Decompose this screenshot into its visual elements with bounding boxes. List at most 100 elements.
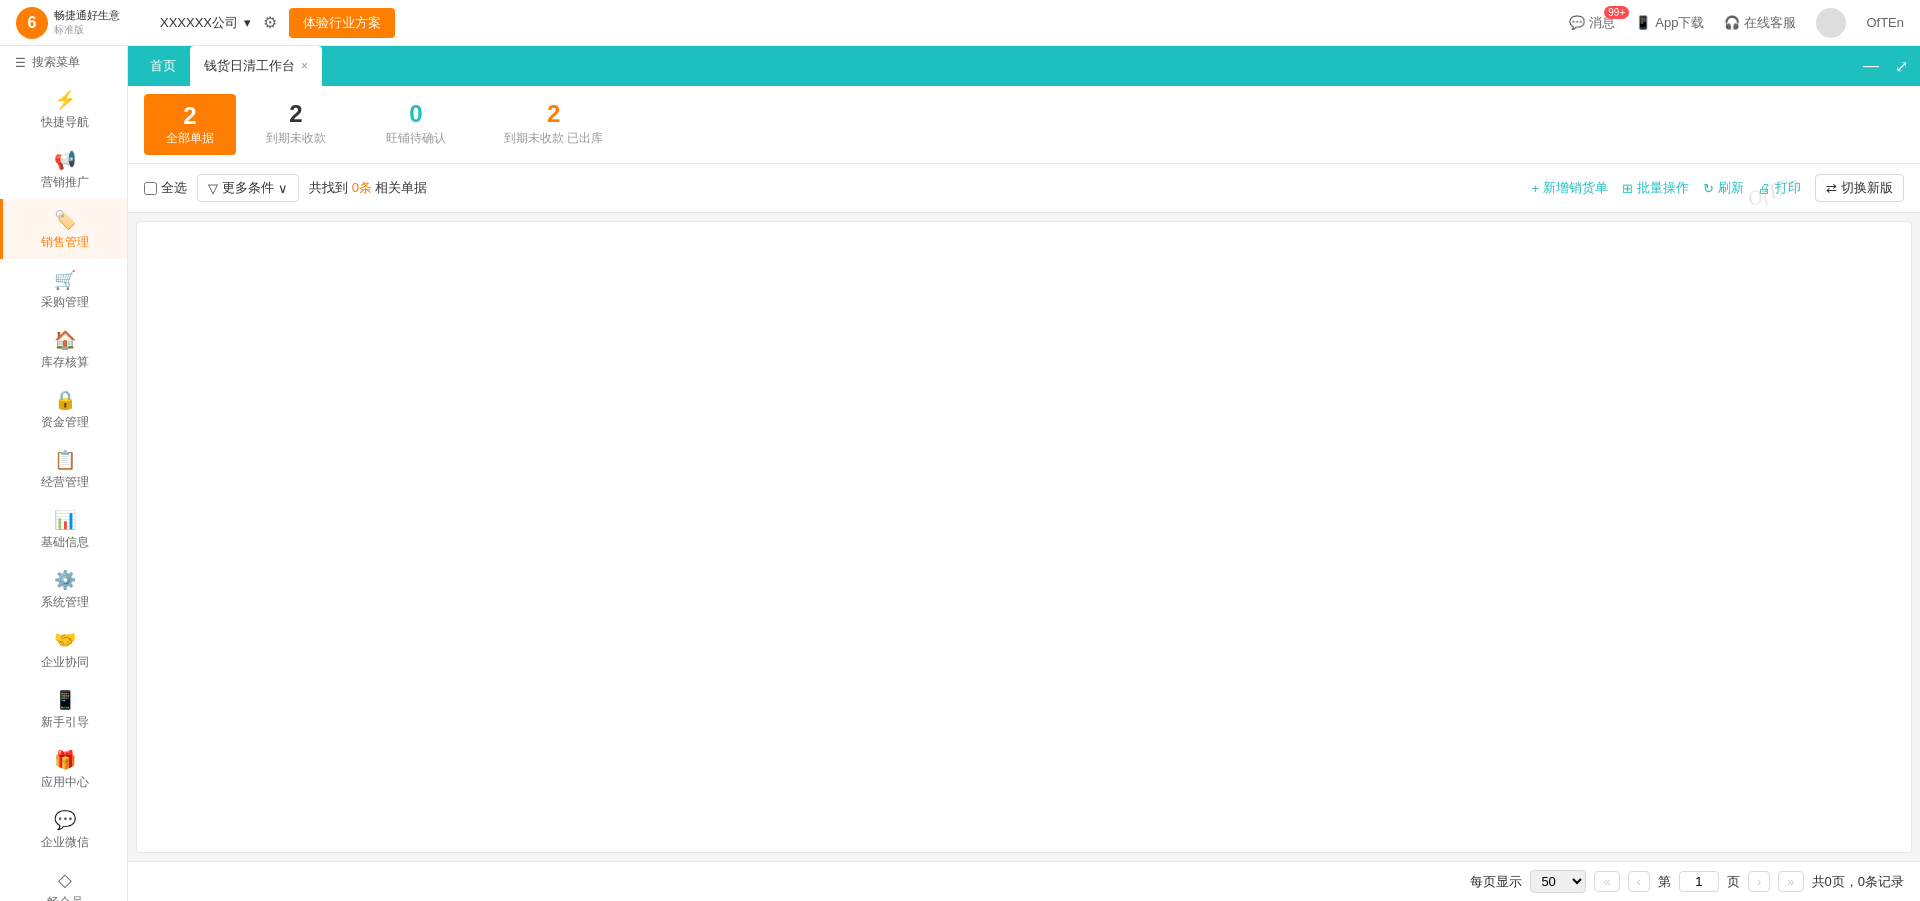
stat-overdue-label: 到期未收款 [266, 130, 326, 147]
service-label: 在线客服 [1744, 14, 1796, 32]
add-icon: + [1531, 181, 1539, 196]
sidebar-item-quick-nav[interactable]: ⚡ 快捷导航 [0, 79, 127, 139]
online-service-btn[interactable]: 🎧 在线客服 [1724, 14, 1796, 32]
sidebar-cooperation-label: 企业协同 [41, 654, 89, 671]
sidebar-item-search-menu[interactable]: ☰ 搜索菜单 [0, 46, 127, 79]
batch-icon: ⊞ [1622, 181, 1633, 196]
per-page-label: 每页显示 [1470, 873, 1522, 891]
tab-bar: 首页 钱货日清工作台 × — ⤢ [128, 46, 1920, 86]
sidebar-item-operations[interactable]: 📋 经营管理 [0, 439, 127, 499]
last-page-btn[interactable]: » [1778, 871, 1803, 892]
pagination: 每页显示 50 10 20 100 « ‹ 第 页 › » 共0页，0条记录 [128, 861, 1920, 901]
per-page-select[interactable]: 50 10 20 100 [1530, 870, 1586, 893]
message-btn[interactable]: 💬 消息 99+ [1569, 14, 1615, 32]
sidebar-basic-info-label: 基础信息 [41, 534, 89, 551]
sidebar-item-system[interactable]: ⚙️ 系统管理 [0, 559, 127, 619]
cooperation-icon: 🤝 [54, 629, 76, 651]
sidebar-sales-label: 销售管理 [41, 234, 89, 251]
more-filter-btn[interactable]: ▽ 更多条件 ∨ [197, 174, 299, 202]
sidebar-app-center-label: 应用中心 [41, 774, 89, 791]
sidebar-item-basic-info[interactable]: 📊 基础信息 [0, 499, 127, 559]
stat-shipped-label: 到期未收款 已出库 [504, 130, 603, 147]
avatar[interactable] [1816, 8, 1846, 38]
page-label: 第 [1658, 873, 1671, 891]
sidebar-item-capital[interactable]: 🔒 资金管理 [0, 379, 127, 439]
found-prefix: 共找到 [309, 180, 348, 195]
header: 6 畅捷通好生意 标准版 XXXXXX公司 ▾ ⚙ 体验行业方案 💬 消息 99… [0, 0, 1920, 46]
stats-bar: 2 全部单据 2 到期未收款 0 旺铺待确认 2 到期未收款 已出库 [128, 86, 1920, 164]
select-all-input[interactable] [144, 182, 157, 195]
company-selector[interactable]: XXXXXX公司 ▾ [160, 14, 251, 32]
logo-text: 畅捷通好生意 标准版 [54, 8, 120, 36]
tab-close-icon[interactable]: × [301, 59, 308, 73]
switch-label: 切换新版 [1841, 179, 1893, 197]
sidebar-system-label: 系统管理 [41, 594, 89, 611]
sidebar-capital-label: 资金管理 [41, 414, 89, 431]
sidebar-item-member[interactable]: ◇ 畅会员 [0, 859, 127, 901]
sidebar-item-app-center[interactable]: 🎁 应用中心 [0, 739, 127, 799]
stat-all-number: 2 [183, 102, 196, 130]
print-label: 打印 [1775, 179, 1801, 197]
first-page-btn[interactable]: « [1594, 871, 1619, 892]
settings-icon[interactable]: ⚙ [263, 13, 277, 32]
batch-label: 批量操作 [1637, 179, 1689, 197]
batch-action-btn[interactable]: ⊞ 批量操作 [1622, 179, 1689, 197]
inventory-icon: 🏠 [54, 329, 76, 351]
logo-line1: 畅捷通好生意 [54, 8, 120, 22]
switch-version-btn[interactable]: ⇄ 切换新版 [1815, 174, 1904, 202]
page-input[interactable] [1679, 871, 1719, 892]
select-all-checkbox[interactable]: 全选 [144, 179, 187, 197]
experience-btn[interactable]: 体验行业方案 [289, 8, 395, 38]
prev-page-btn[interactable]: ‹ [1628, 871, 1650, 892]
sidebar-item-purchase[interactable]: 🛒 采购管理 [0, 259, 127, 319]
sidebar: ☰ 搜索菜单 ⚡ 快捷导航 📢 营销推广 🏷️ 销售管理 🛒 采购管理 🏠 库存… [0, 46, 128, 901]
wechat-icon: 💬 [54, 809, 76, 831]
page-suffix: 页 [1727, 873, 1740, 891]
company-chevron-icon: ▾ [244, 15, 251, 30]
tab-expand-btn[interactable]: ⤢ [1891, 53, 1912, 80]
sidebar-guide-label: 新手引导 [41, 714, 89, 731]
member-icon: ◇ [58, 869, 72, 891]
message-badge: 99+ [1604, 6, 1629, 19]
page-content: 2 全部单据 2 到期未收款 0 旺铺待确认 2 到期未收款 已出库 [128, 86, 1920, 901]
basic-info-icon: 📊 [54, 509, 76, 531]
capital-icon: 🔒 [54, 389, 76, 411]
tab-home[interactable]: 首页 [136, 46, 190, 86]
stat-card-pending[interactable]: 0 旺铺待确认 [356, 86, 476, 163]
toolbar: 全选 ▽ 更多条件 ∨ 共找到 0条 相关单据 + 新增销货单 [128, 164, 1920, 213]
stat-card-overdue[interactable]: 2 到期未收款 [236, 86, 356, 163]
select-all-label: 全选 [161, 179, 187, 197]
refresh-btn[interactable]: ↻ 刷新 [1703, 179, 1744, 197]
filter-chevron-icon: ∨ [278, 181, 288, 196]
refresh-label: 刷新 [1718, 179, 1744, 197]
message-icon: 💬 [1569, 15, 1585, 30]
purchase-icon: 🛒 [54, 269, 76, 291]
app-center-icon: 🎁 [54, 749, 76, 771]
sidebar-operations-label: 经营管理 [41, 474, 89, 491]
tab-minimize-btn[interactable]: — [1859, 53, 1883, 80]
print-icon: 🖨 [1758, 181, 1771, 196]
operations-icon: 📋 [54, 449, 76, 471]
sidebar-item-marketing[interactable]: 📢 营销推广 [0, 139, 127, 199]
stat-pending-number: 0 [409, 100, 422, 128]
stat-card-shipped[interactable]: 2 到期未收款 已出库 [476, 86, 631, 163]
app-download-btn[interactable]: 📱 App下载 [1635, 14, 1704, 32]
sidebar-search-label: 搜索菜单 [32, 54, 80, 71]
tab-bar-actions: — ⤢ [1859, 53, 1912, 80]
sidebar-item-guide[interactable]: 📱 新手引导 [0, 679, 127, 739]
quick-nav-icon: ⚡ [54, 89, 76, 111]
add-sales-btn[interactable]: + 新增销货单 [1531, 179, 1608, 197]
tab-workbench[interactable]: 钱货日清工作台 × [190, 46, 322, 86]
sidebar-item-sales[interactable]: 🏷️ 销售管理 [0, 199, 127, 259]
sidebar-item-cooperation[interactable]: 🤝 企业协同 [0, 619, 127, 679]
found-count: 0条 [352, 180, 372, 195]
sidebar-item-inventory[interactable]: 🏠 库存核算 [0, 319, 127, 379]
next-page-btn[interactable]: › [1748, 871, 1770, 892]
stat-card-all[interactable]: 2 全部单据 [144, 94, 236, 155]
sidebar-member-label: 畅会员 [47, 894, 83, 901]
found-text: 共找到 0条 相关单据 [309, 179, 427, 197]
print-btn[interactable]: 🖨 打印 [1758, 179, 1801, 197]
sidebar-item-wechat[interactable]: 💬 企业微信 [0, 799, 127, 859]
main-content: 首页 钱货日清工作台 × — ⤢ 2 全部单据 2 到期未收款 [128, 46, 1920, 901]
refresh-icon: ↻ [1703, 181, 1714, 196]
